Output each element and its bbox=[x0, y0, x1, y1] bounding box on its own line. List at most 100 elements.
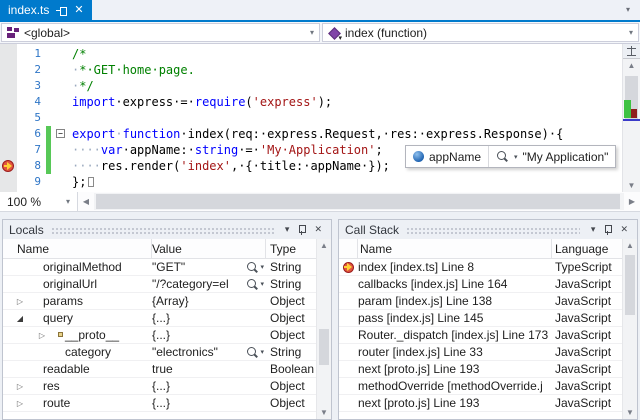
window-menu-icon[interactable]: ▾ bbox=[587, 220, 600, 239]
call-stack-row[interactable]: param [index.js] Line 138JavaScript bbox=[339, 293, 622, 310]
code-text: ····res.render('index',·{·title:·appName… bbox=[72, 158, 390, 174]
locals-title-bar[interactable]: Locals ▾ ✕ bbox=[3, 220, 331, 239]
column-header-type[interactable]: Type bbox=[266, 239, 316, 258]
locals-row[interactable]: ◢query{...}Object bbox=[3, 310, 316, 327]
call-stack-row[interactable]: next [proto.js] Line 193JavaScript bbox=[339, 395, 622, 412]
pin-icon[interactable] bbox=[603, 224, 612, 236]
scroll-right-icon[interactable]: ▶ bbox=[624, 192, 640, 211]
magnifier-icon[interactable] bbox=[246, 261, 259, 274]
breakpoint-current-statement-icon[interactable] bbox=[2, 160, 14, 172]
locals-row[interactable]: originalMethod"GET"▾String bbox=[3, 259, 316, 276]
frame-name: index [index.ts] Line 8 bbox=[358, 259, 552, 275]
column-header-name[interactable]: Name bbox=[358, 239, 552, 258]
chevron-down-icon[interactable]: ▾ bbox=[514, 153, 518, 161]
locals-row[interactable]: readabletrueBoolean bbox=[3, 361, 316, 378]
code-line[interactable]: 4import·express·=·require('express'); bbox=[0, 94, 622, 110]
call-stack-row[interactable]: pass [index.js] Line 145JavaScript bbox=[339, 310, 622, 327]
call-stack-row[interactable]: router [index.js] Line 33JavaScript bbox=[339, 344, 622, 361]
pin-icon[interactable] bbox=[56, 6, 67, 15]
column-header-value[interactable]: Value bbox=[152, 239, 266, 258]
scroll-down-icon[interactable]: ▼ bbox=[623, 406, 637, 419]
frame-language: JavaScript bbox=[552, 276, 622, 292]
outlining-margin bbox=[51, 78, 72, 94]
close-icon[interactable]: ✕ bbox=[616, 220, 632, 239]
scope-dropdown[interactable]: <global> ▾ bbox=[1, 23, 320, 42]
variable-value: "electronics" bbox=[152, 345, 246, 359]
chevron-down-icon[interactable]: ▾ bbox=[260, 263, 264, 271]
scroll-up-icon[interactable]: ▲ bbox=[317, 239, 331, 252]
scrollbar-track[interactable] bbox=[623, 72, 640, 179]
code-editor[interactable]: 1/*2·*·GET·home·page.3·*/4import·express… bbox=[0, 44, 640, 192]
code-line[interactable]: 3·*/ bbox=[0, 78, 622, 94]
value-visualizer[interactable]: ▾ bbox=[246, 278, 264, 291]
value-visualizer[interactable]: ▾ bbox=[246, 261, 264, 274]
window-menu-icon[interactable]: ▾ bbox=[281, 220, 294, 239]
scroll-up-icon[interactable]: ▲ bbox=[623, 239, 637, 252]
global-scope-icon bbox=[7, 27, 19, 38]
close-icon[interactable]: ✕ bbox=[310, 220, 326, 239]
locals-row[interactable]: ▷route{...}Object bbox=[3, 395, 316, 412]
tab-index-ts[interactable]: index.ts ✕ bbox=[0, 0, 92, 20]
locals-row[interactable]: ▷params{Array}Object bbox=[3, 293, 316, 310]
value-visualizer[interactable]: ▾ bbox=[246, 346, 264, 359]
tool-window-area: Locals ▾ ✕ Name Value Type originalMetho… bbox=[0, 212, 640, 420]
call-stack-row[interactable]: methodOverride [methodOverride.jJavaScri… bbox=[339, 378, 622, 395]
fold-collapse-icon[interactable]: − bbox=[56, 129, 65, 138]
scroll-down-icon[interactable]: ▼ bbox=[623, 179, 640, 192]
line-number: 6 bbox=[17, 126, 46, 142]
tree-expand-icon[interactable]: ▷ bbox=[13, 297, 27, 306]
call-stack-title-bar[interactable]: Call Stack ▾ ✕ bbox=[339, 220, 637, 239]
code-line[interactable]: 1/* bbox=[0, 46, 622, 62]
magnifier-icon[interactable] bbox=[246, 278, 259, 291]
frame-name: Router._dispatch [index.js] Line 173 bbox=[358, 327, 552, 343]
column-header-frame-icon bbox=[339, 239, 358, 258]
locals-scrollbar[interactable]: ▲ ▼ bbox=[316, 239, 331, 419]
editor-split-handle[interactable] bbox=[623, 44, 640, 59]
code-line[interactable]: 5 bbox=[0, 110, 622, 126]
tree-expand-icon[interactable]: ▷ bbox=[35, 331, 49, 340]
locals-row[interactable]: originalUrl"/?category=el▾String bbox=[3, 276, 316, 293]
call-stack-row[interactable]: index [index.ts] Line 8TypeScript bbox=[339, 259, 622, 276]
code-line[interactable]: 9}; bbox=[0, 174, 622, 190]
magnifier-icon[interactable] bbox=[246, 346, 259, 359]
code-line[interactable]: 6−export·function·index(req:·express.Req… bbox=[0, 126, 622, 142]
scroll-up-icon[interactable]: ▲ bbox=[623, 59, 640, 72]
tree-expand-icon[interactable]: ▷ bbox=[13, 382, 27, 391]
pin-icon[interactable] bbox=[297, 224, 306, 236]
datatip-variable[interactable]: appName bbox=[406, 146, 489, 167]
variable-name-cell: ◢query bbox=[3, 310, 152, 326]
call-stack-row[interactable]: callbacks [index.js] Line 164JavaScript bbox=[339, 276, 622, 293]
tree-collapse-icon[interactable]: ◢ bbox=[13, 314, 27, 323]
chevron-down-icon[interactable]: ▾ bbox=[260, 280, 264, 288]
variable-type: Object bbox=[266, 395, 316, 411]
scrollbar-thumb[interactable] bbox=[319, 329, 329, 365]
member-dropdown[interactable]: index (function) ▾ bbox=[322, 23, 639, 42]
locals-row[interactable]: ▷__proto__{...}Object bbox=[3, 327, 316, 344]
locals-row[interactable]: category"electronics"▾String bbox=[3, 344, 316, 361]
horizontal-scrollbar-thumb[interactable] bbox=[96, 194, 620, 209]
chevron-down-icon[interactable]: ▾ bbox=[260, 348, 264, 356]
call-stack-scrollbar[interactable]: ▲ ▼ bbox=[622, 239, 637, 419]
tree-expand-icon[interactable]: ▷ bbox=[13, 399, 27, 408]
column-header-language[interactable]: Language bbox=[552, 239, 622, 258]
scroll-left-icon[interactable]: ◀ bbox=[78, 192, 94, 211]
scroll-down-icon[interactable]: ▼ bbox=[317, 406, 331, 419]
zoom-control[interactable]: 100 % ▾ bbox=[0, 192, 78, 211]
magnifier-icon[interactable] bbox=[496, 150, 509, 163]
locals-panel: Locals ▾ ✕ Name Value Type originalMetho… bbox=[2, 219, 332, 420]
code-token: ); bbox=[318, 95, 332, 109]
code-line[interactable]: 2·*·GET·home·page. bbox=[0, 62, 622, 78]
column-header-name[interactable]: Name bbox=[3, 239, 152, 258]
scrollbar-thumb[interactable] bbox=[625, 255, 635, 315]
variable-type: Object bbox=[266, 293, 316, 309]
locals-row[interactable]: ▷res{...}Object bbox=[3, 378, 316, 395]
horizontal-scrollbar-track[interactable] bbox=[94, 193, 624, 210]
tab-list-dropdown-icon[interactable]: ▾ bbox=[626, 5, 630, 14]
call-stack-row[interactable]: next [proto.js] Line 193JavaScript bbox=[339, 361, 622, 378]
call-stack-row[interactable]: Router._dispatch [index.js] Line 173Java… bbox=[339, 327, 622, 344]
variable-name-cell: ▷route bbox=[3, 395, 152, 411]
variable-name-cell: ▷res bbox=[3, 378, 152, 394]
code-text: ·*/ bbox=[72, 78, 94, 94]
editor-vertical-scrollbar[interactable]: ▲ ▼ bbox=[622, 44, 640, 192]
close-icon[interactable]: ✕ bbox=[74, 5, 83, 16]
